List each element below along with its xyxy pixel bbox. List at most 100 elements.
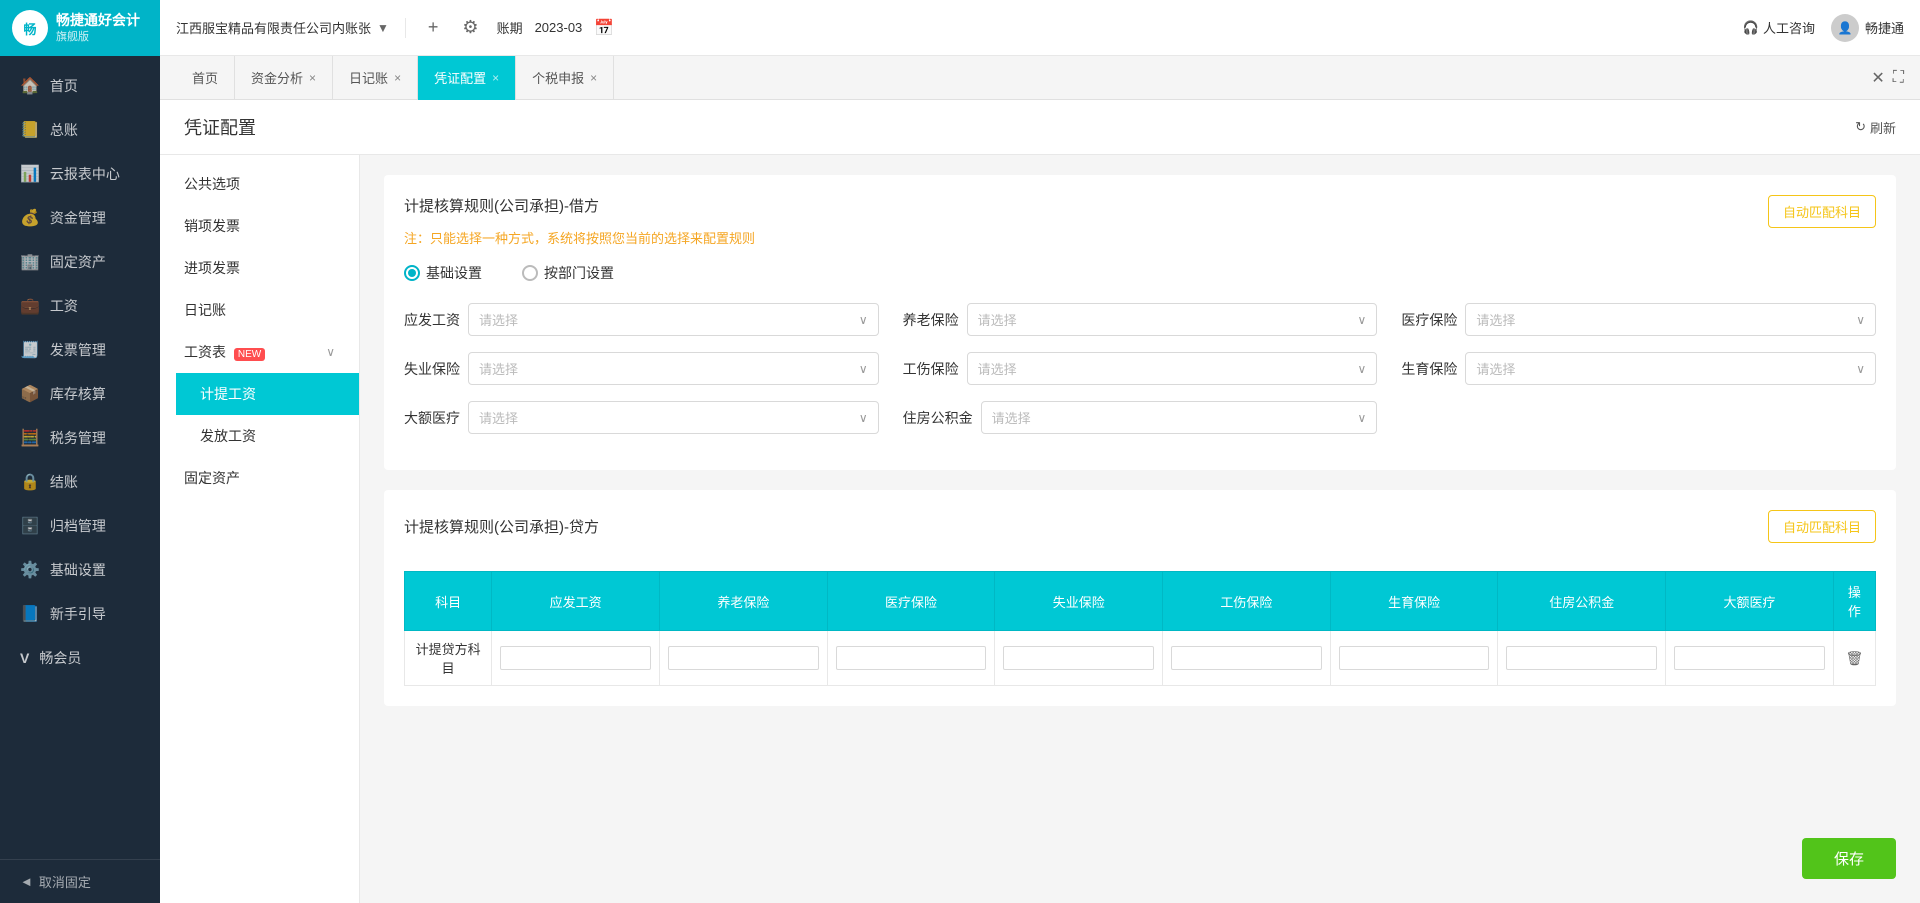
radio-basic[interactable]: 基础设置	[404, 263, 482, 283]
field-zhufang: 住房公积金 请选择 ∨	[903, 401, 1378, 434]
cell-yiliao-input[interactable]	[827, 631, 995, 686]
table-body: 计提贷方科目 🗑	[405, 631, 1876, 686]
field-placeholder-gongshang: 请选择	[978, 359, 1017, 378]
settings-button[interactable]: ⚙	[456, 13, 484, 42]
cell-yingfa-input[interactable]	[492, 631, 660, 686]
radio-basic-label: 基础设置	[426, 263, 482, 283]
tab-journal[interactable]: 日记账 ×	[333, 56, 418, 100]
tab-home[interactable]: 首页	[176, 56, 235, 100]
home-icon: 🏠	[20, 76, 40, 96]
salary-table-label: 工资表 NEW	[184, 342, 265, 362]
tab-tax[interactable]: 个税申报 ×	[516, 56, 614, 100]
menu-item-calc-salary[interactable]: 计提工资	[176, 373, 359, 415]
section-credit: 计提核算规则(公司承担)-贷方 自动匹配科目 科目 应发工资 养老保险 医疗保险…	[384, 490, 1896, 706]
auto-match-btn-top[interactable]: 自动匹配科目	[1768, 195, 1876, 228]
input-yanglao[interactable]	[668, 646, 819, 670]
topbar-separator	[405, 18, 406, 38]
input-shiye[interactable]	[1003, 646, 1154, 670]
cell-daejiyiliao-input[interactable]	[1666, 631, 1834, 686]
invoice-icon: 🧾	[20, 340, 40, 360]
input-daejiyiliao[interactable]	[1674, 646, 1825, 670]
sidebar-item-inventory[interactable]: 📦 库存核算	[0, 372, 160, 416]
sidebar-label-archive: 归档管理	[50, 516, 106, 536]
menu-item-fixed-assets[interactable]: 固定资产	[160, 457, 359, 499]
cell-shengyu-input[interactable]	[1330, 631, 1498, 686]
input-yingfa[interactable]	[500, 646, 651, 670]
field-select-daejiyiliao[interactable]: 请选择 ∨	[468, 401, 879, 434]
sidebar-label-vip: 畅会员	[39, 648, 81, 668]
radio-dept[interactable]: 按部门设置	[522, 263, 614, 283]
user-area[interactable]: 👤 畅捷通	[1831, 14, 1904, 42]
sidebar-item-funds[interactable]: 💰 资金管理	[0, 196, 160, 240]
sidebar-item-reports[interactable]: 📊 云报表中心	[0, 152, 160, 196]
field-select-yingfa[interactable]: 请选择 ∨	[468, 303, 879, 336]
support-label: 人工咨询	[1763, 18, 1815, 37]
field-select-yanglao[interactable]: 请选择 ∨	[967, 303, 1378, 336]
tab-journal-close[interactable]: ×	[394, 71, 401, 85]
menu-item-pay-salary[interactable]: 发放工资	[176, 415, 359, 457]
col-action: 操作	[1833, 572, 1875, 631]
tab-funds[interactable]: 资金分析 ×	[235, 56, 333, 100]
menu-item-journal[interactable]: 日记账	[160, 289, 359, 331]
cell-delete[interactable]: 🗑	[1833, 631, 1875, 686]
sidebar-item-vip[interactable]: V 畅会员	[0, 636, 160, 680]
field-label-yiliao: 医疗保险	[1401, 310, 1457, 330]
cell-gongshang-input[interactable]	[1163, 631, 1331, 686]
field-select-yiliao[interactable]: 请选择 ∨	[1465, 303, 1876, 336]
field-gongshang: 工伤保险 请选择 ∨	[903, 352, 1378, 385]
sidebar-item-invoice[interactable]: 🧾 发票管理	[0, 328, 160, 372]
refresh-button[interactable]: ↻ 刷新	[1855, 118, 1896, 137]
menu-item-sales[interactable]: 销项发票	[160, 205, 359, 247]
spacer	[384, 726, 1896, 786]
maximize-window-btn[interactable]: ⛶	[1893, 69, 1904, 87]
sidebar-item-closing[interactable]: 🔒 结账	[0, 460, 160, 504]
section2-header: 计提核算规则(公司承担)-贷方 自动匹配科目	[404, 510, 1876, 555]
field-select-shengyu[interactable]: 请选择 ∨	[1465, 352, 1876, 385]
sidebar-item-settings[interactable]: ⚙️ 基础设置	[0, 548, 160, 592]
radio-dept-circle	[522, 265, 538, 281]
sidebar-item-tax[interactable]: 🧮 税务管理	[0, 416, 160, 460]
sidebar-item-fixed[interactable]: 🏢 固定资产	[0, 240, 160, 284]
sidebar-item-archive[interactable]: 🗄️ 归档管理	[0, 504, 160, 548]
tab-voucher[interactable]: 凭证配置 ×	[418, 56, 516, 100]
sidebar-item-guide[interactable]: 📘 新手引导	[0, 592, 160, 636]
new-badge: NEW	[234, 348, 265, 361]
support-button[interactable]: 🎧 人工咨询	[1743, 18, 1815, 37]
cell-yanglao-input[interactable]	[660, 631, 828, 686]
auto-match-btn-credit[interactable]: 自动匹配科目	[1768, 510, 1876, 543]
calendar-icon[interactable]: 📅	[594, 18, 614, 38]
cancel-fixed-btn[interactable]: ◄ 取消固定	[0, 859, 160, 903]
menu-item-purchase[interactable]: 进项发票	[160, 247, 359, 289]
field-select-shiye[interactable]: 请选择 ∨	[468, 352, 879, 385]
select-arrow-yingfa: ∨	[859, 313, 868, 327]
menu-item-salary-table[interactable]: 工资表 NEW ∨	[160, 331, 359, 373]
add-tab-button[interactable]: +	[422, 13, 445, 42]
tab-journal-label: 日记账	[349, 68, 388, 87]
field-select-gongshang[interactable]: 请选择 ∨	[967, 352, 1378, 385]
col-daejiyiliao: 大额医疗	[1666, 572, 1834, 631]
tab-voucher-close[interactable]: ×	[492, 71, 499, 85]
field-placeholder-yiliao: 请选择	[1476, 310, 1515, 329]
field-select-zhufang[interactable]: 请选择 ∨	[981, 401, 1378, 434]
section1-left: 计提核算规则(公司承担)-借方 注：只能选择一种方式，系统将按照您当前的选择来配…	[404, 195, 755, 263]
input-zhufang[interactable]	[1506, 646, 1657, 670]
field-label-gongshang: 工伤保险	[903, 359, 959, 379]
funds-icon: 💰	[20, 208, 40, 228]
cell-shiye-input[interactable]	[995, 631, 1163, 686]
topbar-right: 🎧 人工咨询 👤 畅捷通	[1743, 14, 1904, 42]
delete-row-btn[interactable]: 🗑	[1846, 650, 1864, 667]
input-shengyu[interactable]	[1339, 646, 1490, 670]
tab-funds-close[interactable]: ×	[309, 71, 316, 85]
save-button[interactable]: 保存	[1802, 838, 1896, 879]
input-gongshang[interactable]	[1171, 646, 1322, 670]
close-window-btn[interactable]: ✕	[1871, 68, 1884, 88]
tab-tax-close[interactable]: ×	[590, 71, 597, 85]
cell-zhufang-input[interactable]	[1498, 631, 1666, 686]
username: 畅捷通	[1865, 18, 1904, 37]
input-yiliao[interactable]	[836, 646, 987, 670]
sidebar-item-ledger[interactable]: 📒 总账	[0, 108, 160, 152]
menu-item-public[interactable]: 公共选项	[160, 163, 359, 205]
sidebar-item-salary[interactable]: 💼 工资	[0, 284, 160, 328]
sidebar-item-home[interactable]: 🏠 首页	[0, 64, 160, 108]
company-selector[interactable]: 江西服宝精品有限责任公司内账张 ▼	[176, 18, 389, 37]
